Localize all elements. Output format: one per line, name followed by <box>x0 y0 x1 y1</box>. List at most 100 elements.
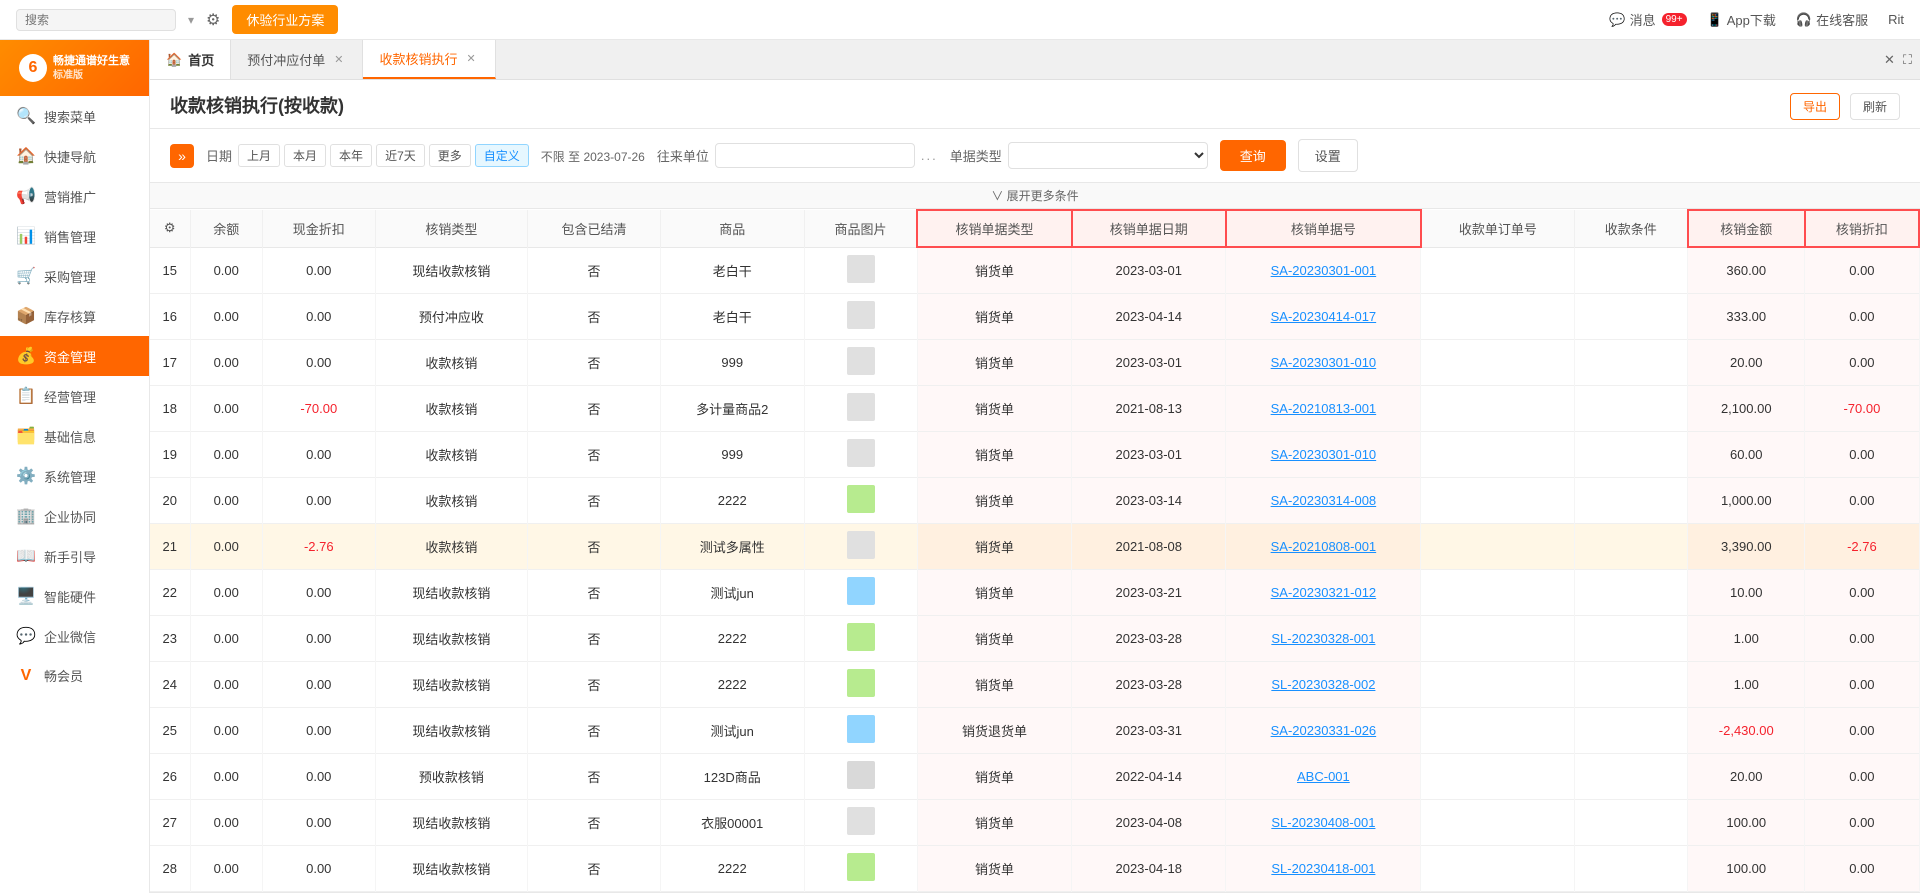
col-settings[interactable]: ⚙ <box>150 210 190 247</box>
online-service-btn[interactable]: 🎧 在线客服 <box>1796 10 1868 29</box>
tab-prepay-label: 预付冲应付单 <box>247 50 325 69</box>
sidebar-item-guide[interactable]: 📖 新手引导 <box>0 536 149 576</box>
cell-bill-no[interactable]: SA-20230414-017 <box>1226 293 1421 339</box>
col-bill-no: 核销单据号 <box>1226 210 1421 247</box>
col-cancel-disc: 核销折扣 <box>1805 210 1919 247</box>
partner-input[interactable] <box>715 143 915 168</box>
cell-cancel-disc: 0.00 <box>1805 477 1919 523</box>
date-custom[interactable]: 自定义 <box>475 144 529 167</box>
sidebar-item-vip[interactable]: V 畅会员 <box>0 656 149 695</box>
table-container[interactable]: ⚙ 余额 现金折扣 核销类型 包含已结清 商品 商品图片 核销单据类型 核销单据… <box>150 209 1920 893</box>
cell-goods-img <box>804 477 917 523</box>
date-this-year[interactable]: 本年 <box>330 144 372 167</box>
cell-bill-no[interactable]: ABC-001 <box>1226 753 1421 799</box>
cell-cancel-amt: 3,390.00 <box>1688 523 1805 569</box>
filter-settings-btn[interactable]: 设置 <box>1298 139 1358 172</box>
cell-cash-discount: 0.00 <box>262 477 375 523</box>
tab-collection[interactable]: 收款核销执行 ✕ <box>363 40 495 79</box>
user-name[interactable]: Rit <box>1888 12 1904 27</box>
date-range-display: 不限 至 2023-07-26 <box>541 148 645 165</box>
cell-bill-no[interactable]: SA-20230301-010 <box>1226 339 1421 385</box>
cell-bill-no[interactable]: SL-20230408-001 <box>1226 799 1421 845</box>
top-settings-icon[interactable]: ⚙ <box>206 10 220 30</box>
sidebar-item-inventory[interactable]: 📦 库存核算 <box>0 296 149 336</box>
table-row: 18 0.00 -70.00 收款核销 否 多计量商品2 销货单 2021-08… <box>150 385 1919 431</box>
tab-prepay-close[interactable]: ✕ <box>331 52 346 67</box>
sidebar-item-operations[interactable]: 📋 经营管理 <box>0 376 149 416</box>
cell-goods: 999 <box>660 339 804 385</box>
cell-bill-no[interactable]: SA-20210808-001 <box>1226 523 1421 569</box>
sidebar-item-system[interactable]: ⚙️ 系统管理 <box>0 456 149 496</box>
cell-bill-no[interactable]: SL-20230328-002 <box>1226 661 1421 707</box>
cell-bill-no[interactable]: SA-20230301-001 <box>1226 247 1421 293</box>
cell-cash-discount: 0.00 <box>262 569 375 615</box>
cell-receipt-no <box>1421 385 1574 431</box>
content-area: 收款核销执行(按收款) 导出 刷新 » 日期 上月 本月 <box>150 80 1920 893</box>
date-7days[interactable]: 近7天 <box>376 144 425 167</box>
partner-label: 往来单位 <box>657 146 709 165</box>
sidebar-item-label: 资金管理 <box>44 347 96 366</box>
cell-type: 现结收款核销 <box>375 799 528 845</box>
table-row: 19 0.00 0.00 收款核销 否 999 销货单 2023-03-01 S… <box>150 431 1919 477</box>
cell-bill-no[interactable]: SA-20210813-001 <box>1226 385 1421 431</box>
app-download-btn[interactable]: 📱 App下载 <box>1707 10 1776 29</box>
cell-bill-no[interactable]: SA-20230314-008 <box>1226 477 1421 523</box>
cell-bill-no[interactable]: SL-20230328-001 <box>1226 615 1421 661</box>
cell-cash-discount: -70.00 <box>262 385 375 431</box>
cell-bill-date: 2021-08-08 <box>1072 523 1226 569</box>
finance-icon: 💰 <box>16 346 36 366</box>
sidebar-item-purchase[interactable]: 🛒 采购管理 <box>0 256 149 296</box>
cell-type: 收款核销 <box>375 431 528 477</box>
sidebar-item-marketing[interactable]: 📢 营销推广 <box>0 176 149 216</box>
cell-cash-discount: 0.00 <box>262 753 375 799</box>
expand-more-bar[interactable]: ∨ 展开更多条件 <box>150 183 1920 209</box>
sidebar-item-basic-info[interactable]: 🗂️ 基础信息 <box>0 416 149 456</box>
cell-id: 20 <box>150 477 190 523</box>
cell-bill-type: 销货单 <box>917 293 1071 339</box>
cell-receipt-cond <box>1574 615 1687 661</box>
bill-type-select[interactable] <box>1008 142 1208 169</box>
cell-cancel-disc: 0.00 <box>1805 247 1919 293</box>
cell-bill-no[interactable]: SL-20230418-001 <box>1226 845 1421 891</box>
cell-bill-type: 销货单 <box>917 477 1071 523</box>
cell-type: 收款核销 <box>375 339 528 385</box>
sidebar-item-quick-nav[interactable]: 🏠 快捷导航 <box>0 136 149 176</box>
cell-bill-no[interactable]: SA-20230321-012 <box>1226 569 1421 615</box>
sidebar-item-wechat[interactable]: 💬 企业微信 <box>0 616 149 656</box>
sidebar-item-enterprise[interactable]: 🏢 企业协同 <box>0 496 149 536</box>
notification-btn[interactable]: 💬 消息 99+ <box>1609 10 1686 29</box>
cell-bill-no[interactable]: SA-20230301-010 <box>1226 431 1421 477</box>
cell-bill-no[interactable]: SA-20230331-026 <box>1226 707 1421 753</box>
wechat-icon: 💬 <box>16 626 36 646</box>
cell-bill-type: 销货单 <box>917 523 1071 569</box>
industry-btn[interactable]: 休验行业方案 <box>232 5 338 34</box>
sidebar-item-search-menu[interactable]: 🔍 搜索菜单 <box>0 96 149 136</box>
cell-goods-img <box>804 615 917 661</box>
sidebar-item-finance[interactable]: 💰 资金管理 <box>0 336 149 376</box>
sidebar-item-smart-hw[interactable]: 🖥️ 智能硬件 <box>0 576 149 616</box>
cell-goods-img <box>804 707 917 753</box>
date-last-month[interactable]: 上月 <box>238 144 280 167</box>
expand-more-label: 展开更多条件 <box>1007 189 1079 203</box>
tab-prepay[interactable]: 预付冲应付单 ✕ <box>231 40 363 79</box>
date-more[interactable]: 更多 <box>429 144 471 167</box>
cell-settled: 否 <box>528 753 661 799</box>
export-btn[interactable]: 导出 <box>1790 93 1840 120</box>
filter-expand-btn[interactable]: » <box>170 144 194 168</box>
tab-home[interactable]: 🏠 首页 <box>150 40 231 79</box>
top-search-chevron[interactable]: ▾ <box>188 13 194 27</box>
cell-cancel-amt: -2,430.00 <box>1688 707 1805 753</box>
home-icon: 🏠 <box>166 52 182 68</box>
cell-goods: 2222 <box>660 477 804 523</box>
tab-close-icon[interactable]: ✕ <box>1884 52 1895 68</box>
date-this-month[interactable]: 本月 <box>284 144 326 167</box>
cell-cash-discount: 0.00 <box>262 431 375 477</box>
cell-bill-type: 销货单 <box>917 845 1071 891</box>
operations-icon: 📋 <box>16 386 36 406</box>
refresh-btn[interactable]: 刷新 <box>1850 93 1900 120</box>
top-search-input[interactable] <box>16 9 176 31</box>
tab-expand-icon[interactable]: ⛶ <box>1903 52 1912 68</box>
query-btn[interactable]: 查询 <box>1220 140 1286 171</box>
tab-collection-close[interactable]: ✕ <box>463 51 478 66</box>
sidebar-item-sales[interactable]: 📊 销售管理 <box>0 216 149 256</box>
